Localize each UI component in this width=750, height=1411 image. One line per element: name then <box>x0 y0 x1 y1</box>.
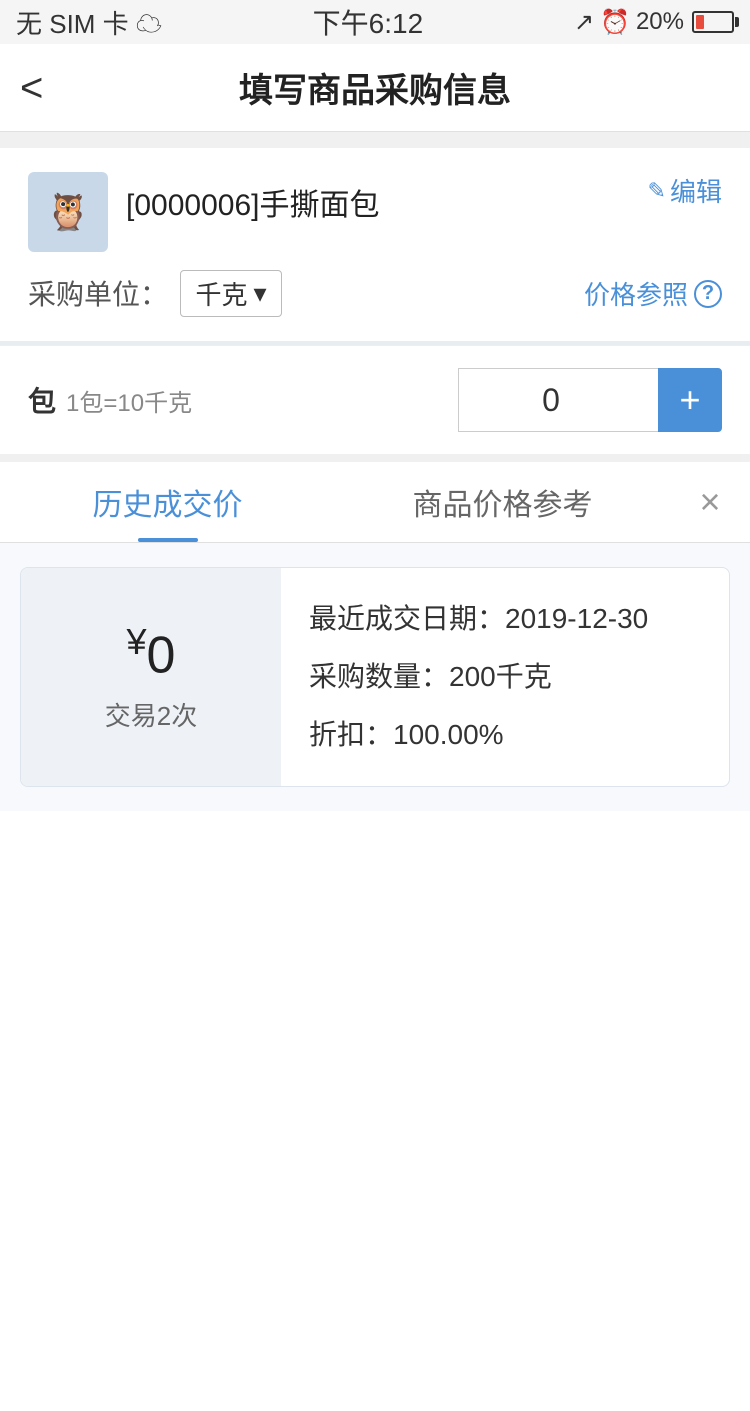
page-title: 填写商品采购信息 <box>239 63 511 112</box>
product-thumbnail: 🦉 <box>28 172 108 252</box>
qty-detail-label: 采购数量： <box>309 661 449 692</box>
status-left: 无 SIM 卡 ☁ <box>16 4 162 41</box>
product-header: 🦉 [0000006]手撕面包 ✎ 编辑 <box>28 172 722 252</box>
unit-label-group: 采购单位： 千克 ▾ <box>28 270 282 317</box>
unit-label: 采购单位： <box>28 279 168 310</box>
unit-select[interactable]: 千克 ▾ <box>180 270 281 317</box>
recent-date-row: 最近成交日期：2019-12-30 <box>309 598 701 640</box>
unit-value: 千克 <box>195 275 247 312</box>
status-time: 下午6:12 <box>313 2 424 42</box>
back-button[interactable]: < <box>20 60 55 116</box>
bottom-area <box>0 811 750 1411</box>
price-value: 0 <box>147 627 176 685</box>
edit-icon: ✎ <box>648 178 666 204</box>
status-right: ↗ ⏰ 20% <box>574 8 734 37</box>
price-ref-button[interactable]: 价格参照 ? <box>584 275 722 312</box>
qty-input-group: 0 + <box>458 368 722 432</box>
recent-date-value: 2019-12-30 <box>505 603 648 634</box>
tab-price-ref-label: 商品价格参考 <box>413 480 593 524</box>
tab-product-price-ref[interactable]: 商品价格参考 <box>335 462 670 542</box>
discount-label: 折扣： <box>309 719 393 750</box>
tab-content: ¥0 交易2次 最近成交日期：2019-12-30 采购数量：200千克 折扣：… <box>0 543 750 811</box>
nav-bar: < 填写商品采购信息 <box>0 44 750 132</box>
edit-button[interactable]: ✎ 编辑 <box>648 172 722 209</box>
battery-icon <box>692 11 734 33</box>
product-name-text: 手撕面包 <box>259 189 379 222</box>
help-icon: ? <box>694 280 722 308</box>
dropdown-arrow-icon: ▾ <box>253 278 266 309</box>
history-price: ¥0 <box>127 621 176 685</box>
recent-date-label: 最近成交日期： <box>309 603 505 634</box>
tab-underline <box>138 538 198 542</box>
tab-close-button[interactable]: × <box>670 462 750 542</box>
quantity-row: 包 1包=10千克 0 + <box>0 345 750 454</box>
sim-label: 无 SIM 卡 ☁ <box>16 4 162 41</box>
product-card: 🦉 [0000006]手撕面包 ✎ 编辑 采购单位： 千克 ▾ 价格参照 ? <box>0 148 750 341</box>
history-card-right: 最近成交日期：2019-12-30 采购数量：200千克 折扣：100.00% <box>281 568 729 786</box>
tab-history-label: 历史成交价 <box>93 480 243 524</box>
unit-conversion: 1包=10千克 <box>66 383 192 418</box>
qty-row-detail: 采购数量：200千克 <box>309 656 701 698</box>
product-unit-row: 采购单位： 千克 ▾ 价格参照 ? <box>28 270 722 317</box>
product-id: [0000006] <box>126 189 259 222</box>
product-left: 🦉 [0000006]手撕面包 <box>28 172 379 252</box>
history-card-left: ¥0 交易2次 <box>21 568 281 786</box>
price-symbol: ¥ <box>127 621 147 662</box>
discount-row: 折扣：100.00% <box>309 714 701 756</box>
battery-fill <box>696 15 704 29</box>
location-icon: ↗ <box>574 8 594 37</box>
battery-percent: 20% <box>636 8 684 36</box>
product-name: [0000006]手撕面包 <box>126 172 379 224</box>
history-card: ¥0 交易2次 最近成交日期：2019-12-30 采购数量：200千克 折扣：… <box>20 567 730 787</box>
qty-detail-value: 200千克 <box>449 661 552 692</box>
edit-label: 编辑 <box>670 172 722 209</box>
qty-plus-button[interactable]: + <box>658 368 722 432</box>
history-trades: 交易2次 <box>105 696 197 733</box>
tab-panel: 历史成交价 商品价格参考 × ¥0 交易2次 最近成交日期：2019-12-30… <box>0 462 750 811</box>
quantity-input[interactable]: 0 <box>458 368 658 432</box>
price-ref-label: 价格参照 <box>584 275 688 312</box>
alarm-icon: ⏰ <box>600 8 630 37</box>
status-bar: 无 SIM 卡 ☁ 下午6:12 ↗ ⏰ 20% <box>0 0 750 44</box>
tab-header: 历史成交价 商品价格参考 × <box>0 462 750 543</box>
qty-unit-label: 包 1包=10千克 <box>28 380 192 420</box>
product-logo-icon: 🦉 <box>46 191 91 233</box>
discount-value: 100.00% <box>393 719 504 750</box>
tab-history-price[interactable]: 历史成交价 <box>0 462 335 542</box>
package-icon: 包 <box>28 380 56 420</box>
